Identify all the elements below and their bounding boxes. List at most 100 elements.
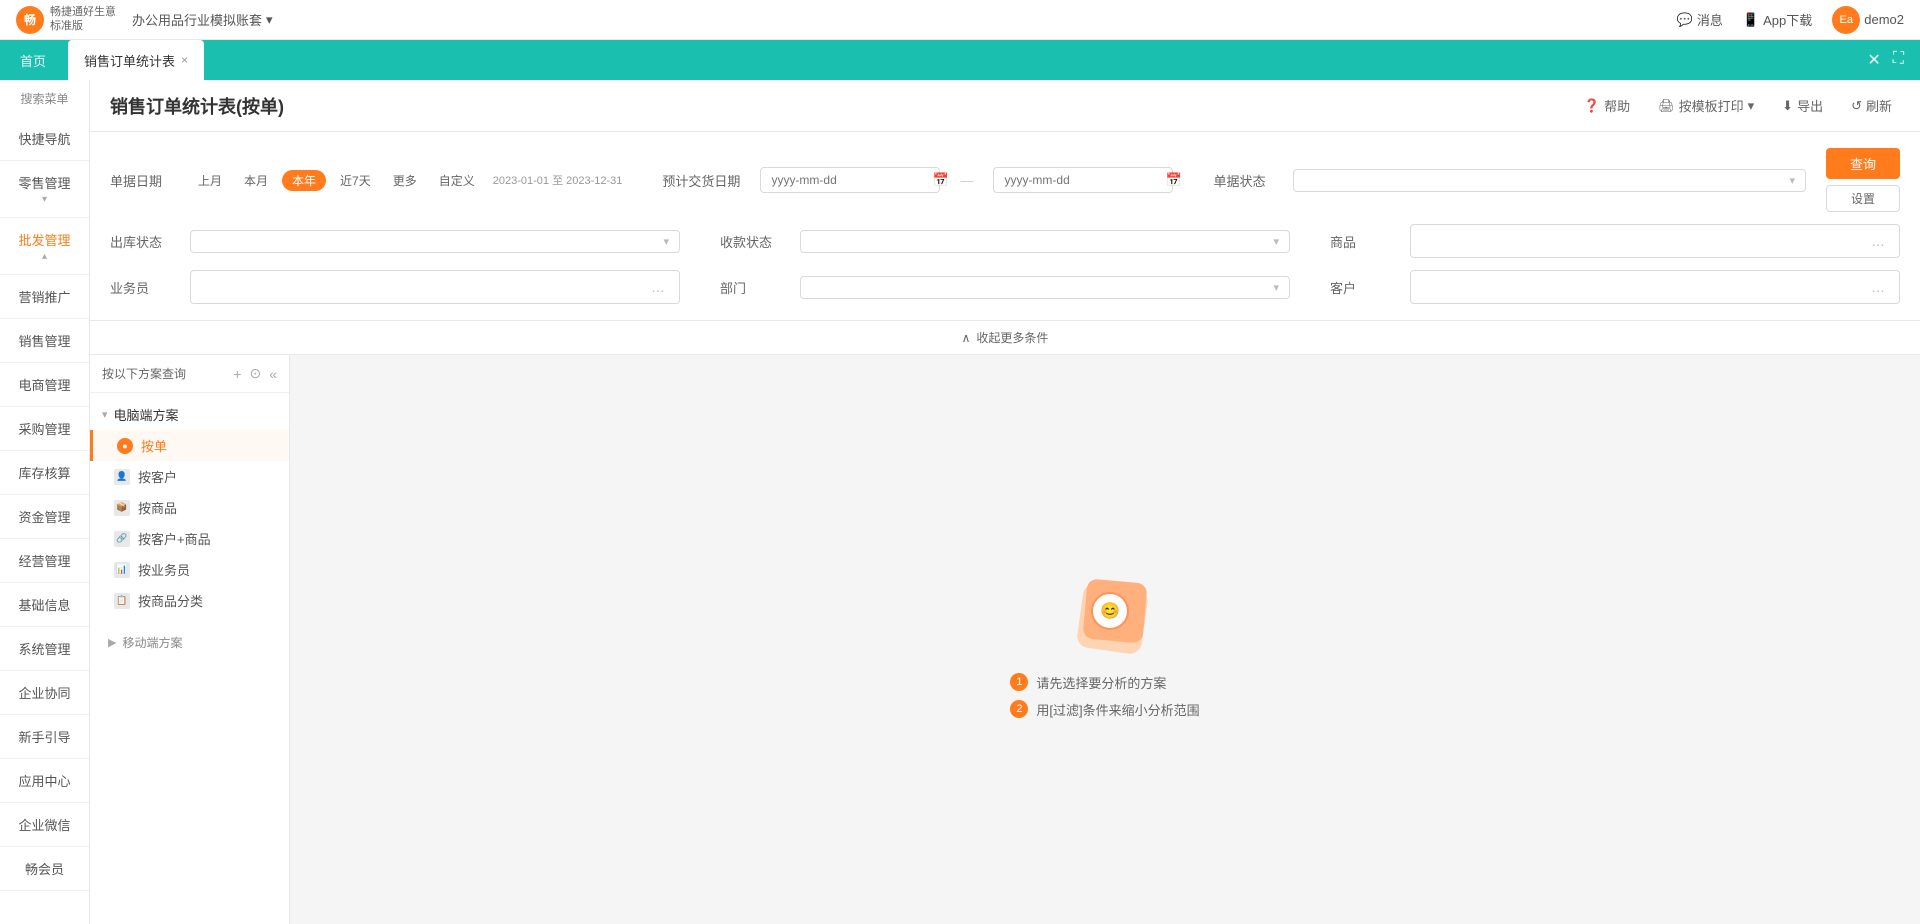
add-scheme-icon[interactable]: + <box>233 366 241 382</box>
scheme-goods-icon: 📦 <box>114 500 130 516</box>
last-month-btn[interactable]: 上月 <box>190 170 230 191</box>
sidebar-item-finance[interactable]: 资金管理 <box>0 495 89 539</box>
chevron-down-icon: ▾ <box>1748 98 1755 114</box>
sidebar-item-sales[interactable]: 销售管理 <box>0 319 89 363</box>
export-button[interactable]: ⬇ 导出 <box>1774 92 1831 119</box>
sidebar-item-retail[interactable]: 零售管理 ▾ <box>0 161 89 218</box>
empty-tip-2: 2 用[过滤]条件来缩小分析范围 <box>1010 700 1199 719</box>
customer-more-icon[interactable]: … <box>1867 275 1889 299</box>
sidebar-item-member[interactable]: 畅会员 <box>0 847 89 891</box>
salesman-input[interactable]: … <box>190 270 680 304</box>
chevron-down-icon: ▾ <box>1273 235 1279 248</box>
salesman-label: 业务员 <box>110 278 170 297</box>
sidebar-item-label: 快捷导航 <box>18 129 70 148</box>
expected-date-start-field[interactable] <box>771 173 926 187</box>
empty-tip-1: 1 请先选择要分析的方案 <box>1010 673 1199 692</box>
chevron-down-icon: ▾ <box>42 194 47 205</box>
print-label: 按模板打印 <box>1679 96 1744 115</box>
data-area: 😊 1 请先选择要分析的方案 2 用[过滤]条件来缩小分析范围 <box>290 355 1920 924</box>
scheme-panel-icons: + ⊙ « <box>233 365 277 382</box>
customer-field[interactable] <box>1421 280 1861 294</box>
payment-select[interactable]: ▾ <box>800 230 1290 253</box>
tip-text-1: 请先选择要分析的方案 <box>1036 673 1166 692</box>
sidebar-item-label: 企业微信 <box>18 815 70 834</box>
account-selector[interactable]: 办公用品行业模拟账套 ▾ <box>124 6 281 33</box>
salesman-more-icon[interactable]: … <box>647 275 669 299</box>
date-filter-group: 上月 本月 本年 近7天 更多 自定义 2023-01-01 至 2023-12… <box>190 170 622 191</box>
expected-date-end-field[interactable] <box>1004 173 1159 187</box>
calendar-icon: 📅 <box>932 172 948 188</box>
window-close-icon[interactable]: ✕ <box>1867 50 1880 70</box>
scheme-item-by-customer-goods[interactable]: 🔗 按客户+商品 <box>90 523 289 554</box>
last7-btn[interactable]: 近7天 <box>332 170 379 191</box>
expected-date-end-input[interactable]: 📅 <box>993 167 1173 193</box>
sidebar-item-appstore[interactable]: 应用中心 <box>0 759 89 803</box>
help-button[interactable]: ❓ 帮助 <box>1576 92 1638 119</box>
goods-field[interactable] <box>1421 234 1861 248</box>
sidebar-item-label: 零售管理 <box>18 173 70 192</box>
edit-scheme-icon[interactable]: ⊙ <box>249 365 261 382</box>
goods-input[interactable]: … <box>1410 224 1900 258</box>
scheme-item-by-goods[interactable]: 📦 按商品 <box>90 492 289 523</box>
sidebar-item-inventory[interactable]: 库存核算 <box>0 451 89 495</box>
sidebar-item-purchase[interactable]: 采购管理 <box>0 407 89 451</box>
sidebar-item-label: 销售管理 <box>18 331 70 350</box>
sidebar-item-operation[interactable]: 经营管理 <box>0 539 89 583</box>
delivery-select[interactable]: ▾ <box>190 230 680 253</box>
logo-icon: 畅 <box>16 6 44 34</box>
user-menu[interactable]: Ea demo2 <box>1832 6 1904 34</box>
status-select[interactable]: ▾ <box>1293 169 1806 192</box>
sidebar-item-marketing[interactable]: 营销推广 <box>0 275 89 319</box>
collapse-scheme-icon[interactable]: « <box>269 366 277 382</box>
this-month-btn[interactable]: 本月 <box>236 170 276 191</box>
scheme-item-by-order[interactable]: ● 按单 <box>90 430 289 461</box>
scheme-group-mobile-title[interactable]: ▶ 移动端方案 <box>90 628 289 657</box>
more-btn[interactable]: 更多 <box>385 170 425 191</box>
scheme-item-by-category[interactable]: 📋 按商品分类 <box>90 585 289 616</box>
logo-text: 畅捷通好生意 标准版 <box>50 6 116 32</box>
sidebar-item-label: 基础信息 <box>18 595 70 614</box>
scheme-item-by-salesman[interactable]: 📊 按业务员 <box>90 554 289 585</box>
custom-btn[interactable]: 自定义 <box>431 170 483 191</box>
customer-input[interactable]: … <box>1410 270 1900 304</box>
settings-button[interactable]: 设置 <box>1826 185 1900 212</box>
refresh-button[interactable]: ↺ 刷新 <box>1843 92 1900 119</box>
salesman-field[interactable] <box>201 280 641 294</box>
active-scheme-icon: ● <box>117 438 133 454</box>
department-label: 部门 <box>720 278 780 297</box>
sidebar-item-guide[interactable]: 新手引导 <box>0 715 89 759</box>
sidebar-item-wholesale[interactable]: 批发管理 ▴ <box>0 218 89 275</box>
sidebar-item-wechat[interactable]: 企业微信 <box>0 803 89 847</box>
sidebar-search[interactable]: 搜索菜单 <box>0 80 89 117</box>
scheme-group-pc-title[interactable]: ▾ 电脑端方案 <box>90 399 289 430</box>
query-button[interactable]: 查询 <box>1826 148 1900 179</box>
department-select[interactable]: ▾ <box>800 276 1290 299</box>
sidebar-item-enterprise[interactable]: 企业协同 <box>0 671 89 715</box>
content-area: 销售订单统计表(按单) ❓ 帮助 🖨 按模板打印 ▾ ⬇ 导出 ↺ 刷新 <box>90 80 1920 924</box>
message-icon: 💬 <box>1677 12 1693 28</box>
chevron-right-icon: ▶ <box>108 636 116 649</box>
app-download-button[interactable]: 📱 App下载 <box>1743 10 1812 29</box>
sidebar-item-label: 批发管理 <box>18 230 70 249</box>
sidebar-item-label: 资金管理 <box>18 507 70 526</box>
sidebar-item-basic[interactable]: 基础信息 <box>0 583 89 627</box>
tab-close-icon[interactable]: × <box>181 53 188 67</box>
tip-number-2: 2 <box>1010 700 1028 718</box>
collapse-bar[interactable]: ∧ 收起更多条件 <box>90 321 1920 355</box>
scheme-group-mobile-label: 移动端方案 <box>122 634 182 651</box>
sidebar-item-ecommerce[interactable]: 电商管理 <box>0 363 89 407</box>
goods-more-icon[interactable]: … <box>1867 229 1889 253</box>
scheme-item-by-customer[interactable]: 👤 按客户 <box>90 461 289 492</box>
window-maximize-icon[interactable]: ⛶ <box>1893 50 1904 70</box>
expected-date-start-input[interactable]: 📅 <box>760 167 940 193</box>
sidebar-item-shortcut[interactable]: 快捷导航 <box>0 117 89 161</box>
sidebar-item-system[interactable]: 系统管理 <box>0 627 89 671</box>
message-button[interactable]: 💬 消息 <box>1677 10 1723 29</box>
top-bar-left: 畅 畅捷通好生意 标准版 办公用品行业模拟账套 ▾ <box>16 6 281 34</box>
this-year-btn[interactable]: 本年 <box>282 170 326 191</box>
customer-label: 客户 <box>1330 278 1390 297</box>
scheme-panel: 按以下方案查询 + ⊙ « ▾ 电脑端方案 ● 按单 <box>90 355 290 924</box>
print-button[interactable]: 🖨 按模板打印 ▾ <box>1650 92 1762 119</box>
tab-sales-order[interactable]: 销售订单统计表 × <box>68 40 204 80</box>
tab-home[interactable]: 首页 <box>0 40 66 80</box>
